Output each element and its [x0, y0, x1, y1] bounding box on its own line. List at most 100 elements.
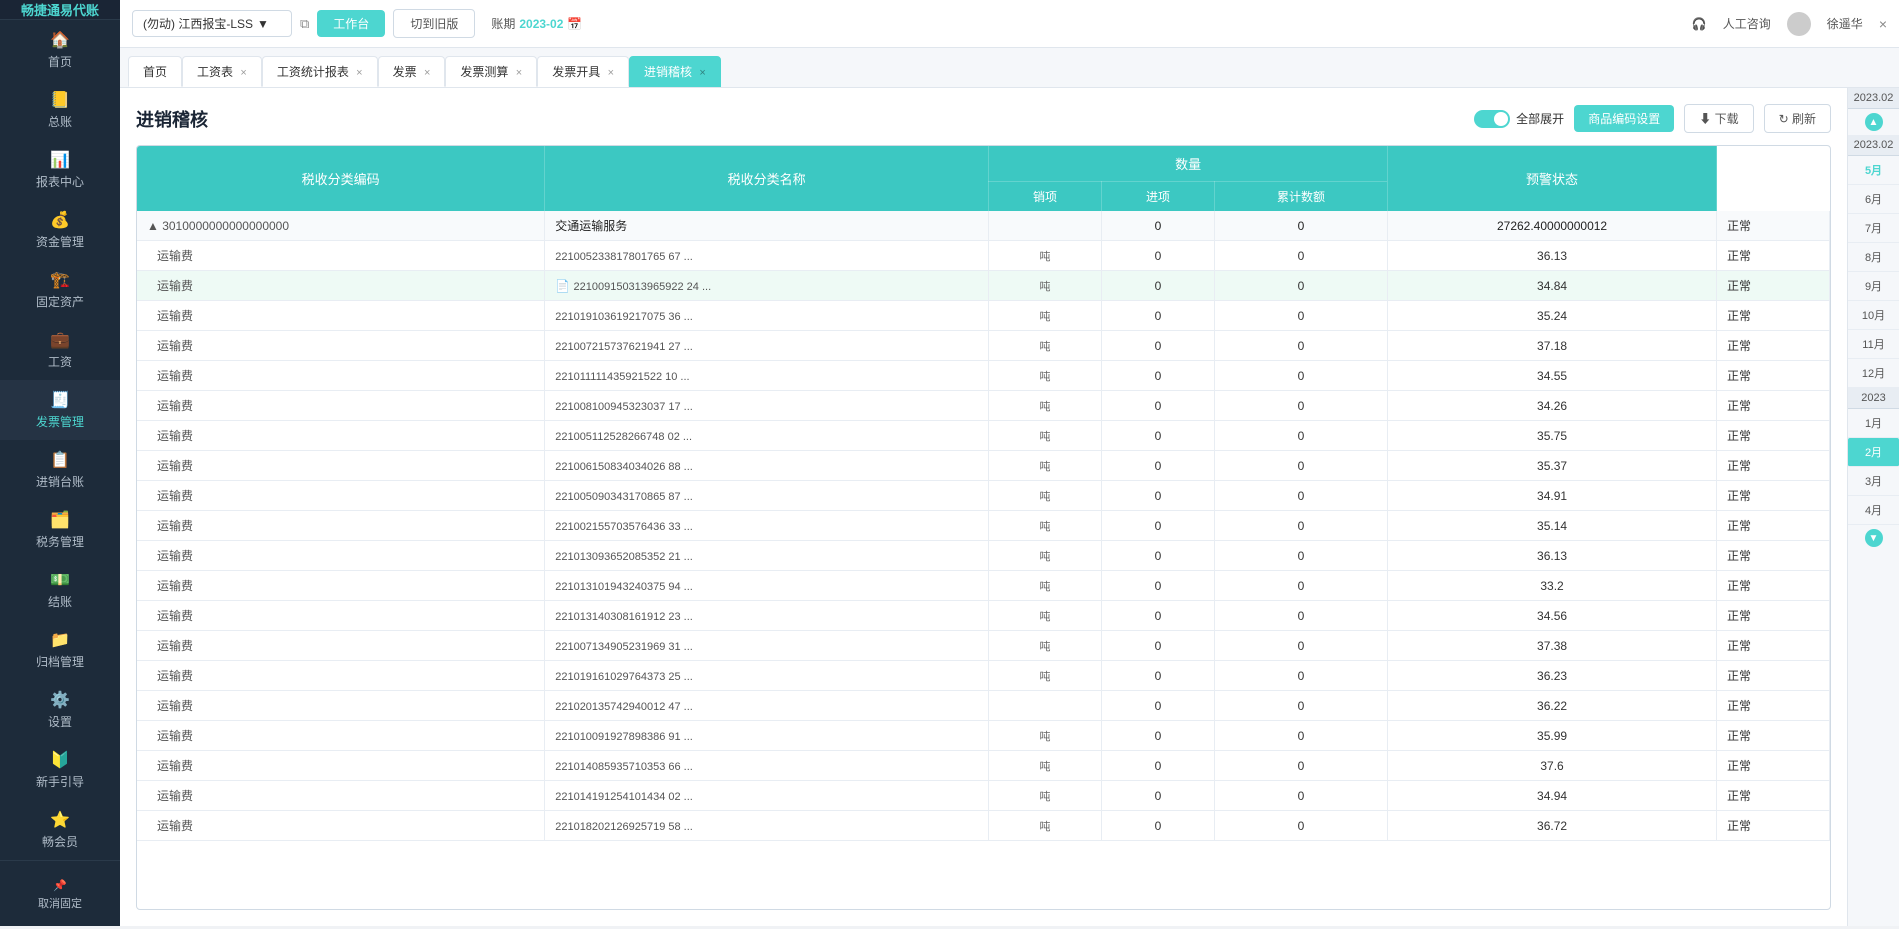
cal-month-1[interactable]: 1月	[1848, 409, 1899, 438]
sidebar-item-tax[interactable]: 🗂️ 税务管理	[0, 500, 120, 560]
toggle-switch[interactable]	[1474, 110, 1510, 128]
cum-cell: 37.38	[1388, 631, 1717, 661]
sales-ledger-icon: 📋	[50, 450, 70, 470]
tab-invoice[interactable]: 发票 ×	[378, 56, 446, 87]
tax-name-cell: 221011111435921522 10 ...	[545, 361, 989, 391]
table-row: 运输费221013093652085352 21 ...吨0036.13正常	[137, 541, 1830, 571]
tag-cell: 吨	[989, 721, 1102, 751]
tab-close-icon[interactable]: ×	[516, 67, 522, 79]
cal-nav-up: ▲	[1848, 109, 1899, 135]
jin-cell: 0	[1214, 361, 1387, 391]
tab-salary-table[interactable]: 工资表 ×	[182, 56, 262, 87]
tab-invoice-calc[interactable]: 发票测算 ×	[445, 56, 537, 87]
cal-month-3[interactable]: 3月	[1848, 467, 1899, 496]
sidebar-item-reports[interactable]: 📊 报表中心	[0, 140, 120, 200]
invoice-id: 221010091927898386 91 ...	[555, 731, 693, 743]
tax-code-cell: 运输费	[137, 661, 545, 691]
table-row: 运输费221019161029764373 25 ...吨0036.23正常	[137, 661, 1830, 691]
status-cell: 正常	[1717, 361, 1830, 391]
archive-icon: 📁	[50, 630, 70, 650]
xiao-cell: 0	[1102, 661, 1215, 691]
sidebar-item-member[interactable]: ⭐ 畅会员	[0, 800, 120, 860]
cal-month-12[interactable]: 12月	[1848, 359, 1899, 388]
data-table: 税收分类编码 税收分类名称 数量 预警状态 销项 进项 累计数额 ▲ 30100…	[137, 146, 1830, 841]
tab-label: 工资表	[197, 65, 233, 79]
sidebar-item-salary[interactable]: 💼 工资	[0, 320, 120, 380]
xiao-cell: 0	[1102, 241, 1215, 271]
cum-cell: 34.26	[1388, 391, 1717, 421]
tab-sales-reconcile[interactable]: 进销稽核 ×	[629, 56, 721, 87]
cal-month-6[interactable]: 6月	[1848, 185, 1899, 214]
refresh-button[interactable]: ↻ 刷新	[1764, 104, 1831, 133]
download-icon: ⬇	[1699, 112, 1711, 126]
tab-close-icon[interactable]: ×	[356, 67, 362, 79]
invoice-id: 221009150313965922 24 ...	[574, 281, 712, 293]
download-button[interactable]: ⬇ 下载	[1684, 104, 1753, 133]
tax-code-cell: ▲ 3010000000000000000	[137, 211, 545, 241]
sidebar-item-label: 总账	[48, 113, 72, 130]
copy-icon[interactable]: ⧉	[300, 16, 309, 32]
invoice-id: 221002155703576436 33 ...	[555, 521, 693, 533]
tab-label: 进销稽核	[644, 65, 692, 79]
switch-version-button[interactable]: 切到旧版	[393, 9, 475, 38]
period-value: 2023-02	[519, 17, 563, 31]
tag-cell	[989, 211, 1102, 241]
sidebar-item-ledger[interactable]: 📒 总账	[0, 80, 120, 140]
cal-month-11[interactable]: 11月	[1848, 330, 1899, 359]
workbench-button[interactable]: 工作台	[317, 10, 385, 37]
calendar-panel: 2023.02 ▲ 2023.02 5月 6月 7月 8月 9月 10月 11月…	[1847, 88, 1899, 926]
tab-close-icon[interactable]: ×	[608, 67, 614, 79]
sidebar-item-home[interactable]: 🏠 首页	[0, 20, 120, 80]
jin-cell: 0	[1214, 451, 1387, 481]
sidebar-item-invoice[interactable]: 🧾 发票管理	[0, 380, 120, 440]
cal-month-9[interactable]: 9月	[1848, 272, 1899, 301]
sidebar-item-close-account[interactable]: 💵 结账	[0, 560, 120, 620]
tag-cell: 吨	[989, 451, 1102, 481]
setting-button[interactable]: 商品编码设置	[1574, 105, 1674, 132]
tab-home[interactable]: 首页	[128, 56, 182, 87]
cal-month-5[interactable]: 5月	[1848, 156, 1899, 185]
sidebar-item-assets[interactable]: 🏗️ 固定资产	[0, 260, 120, 320]
cal-month-7[interactable]: 7月	[1848, 214, 1899, 243]
col-cum-header: 累计数额	[1214, 182, 1387, 212]
sidebar-item-sales-ledger[interactable]: 📋 进销台账	[0, 440, 120, 500]
sidebar-item-guide[interactable]: 🔰 新手引导	[0, 740, 120, 800]
tax-code-cell: 运输费	[137, 631, 545, 661]
tax-code-cell: 运输费	[137, 811, 545, 841]
tax-code-cell: 运输费	[137, 421, 545, 451]
member-icon: ⭐	[50, 810, 70, 830]
company-selector[interactable]: (勿动) 江西报宝-LSS ▼	[132, 10, 292, 37]
cal-nav-up-button[interactable]: ▲	[1865, 113, 1883, 131]
cum-cell: 33.2	[1388, 571, 1717, 601]
sidebar-item-archive[interactable]: 📁 归档管理	[0, 620, 120, 680]
sidebar-unpin[interactable]: 📌 取消固定	[0, 869, 120, 921]
calendar-icon[interactable]: 📅	[567, 17, 582, 31]
invoice-id: 221019161029764373 25 ...	[555, 671, 693, 683]
cal-month-2-current[interactable]: 2月	[1848, 438, 1899, 467]
cal-nav-down-button[interactable]: ▼	[1865, 529, 1883, 547]
tag-cell: 吨	[989, 271, 1102, 301]
xiao-cell: 0	[1102, 301, 1215, 331]
cal-month-4[interactable]: 4月	[1848, 496, 1899, 525]
cum-cell: 34.56	[1388, 601, 1717, 631]
tax-name-cell: 221013101943240375 94 ...	[545, 571, 989, 601]
sidebar-item-settings[interactable]: ⚙️ 设置	[0, 680, 120, 740]
xiao-cell: 0	[1102, 271, 1215, 301]
tab-salary-report[interactable]: 工资统计报表 ×	[262, 56, 378, 87]
sidebar-item-finance[interactable]: 💰 资金管理	[0, 200, 120, 260]
close-button[interactable]: ×	[1879, 16, 1887, 32]
cal-month-8[interactable]: 8月	[1848, 243, 1899, 272]
toggle-expand[interactable]: 全部展开	[1474, 110, 1564, 128]
tab-close-icon[interactable]: ×	[424, 67, 430, 79]
tab-close-icon[interactable]: ×	[699, 67, 705, 79]
invoice-id: 221014085935710353 66 ...	[555, 761, 693, 773]
tag-cell: 吨	[989, 661, 1102, 691]
cum-cell: 37.6	[1388, 751, 1717, 781]
status-cell: 正常	[1717, 571, 1830, 601]
cal-month-10[interactable]: 10月	[1848, 301, 1899, 330]
tax-code-cell: 运输费	[137, 301, 545, 331]
help-label[interactable]: 人工咨询	[1723, 15, 1771, 32]
tab-close-icon[interactable]: ×	[240, 67, 246, 79]
tab-invoice-issue[interactable]: 发票开具 ×	[537, 56, 629, 87]
sidebar-item-label: 工资	[48, 353, 72, 370]
